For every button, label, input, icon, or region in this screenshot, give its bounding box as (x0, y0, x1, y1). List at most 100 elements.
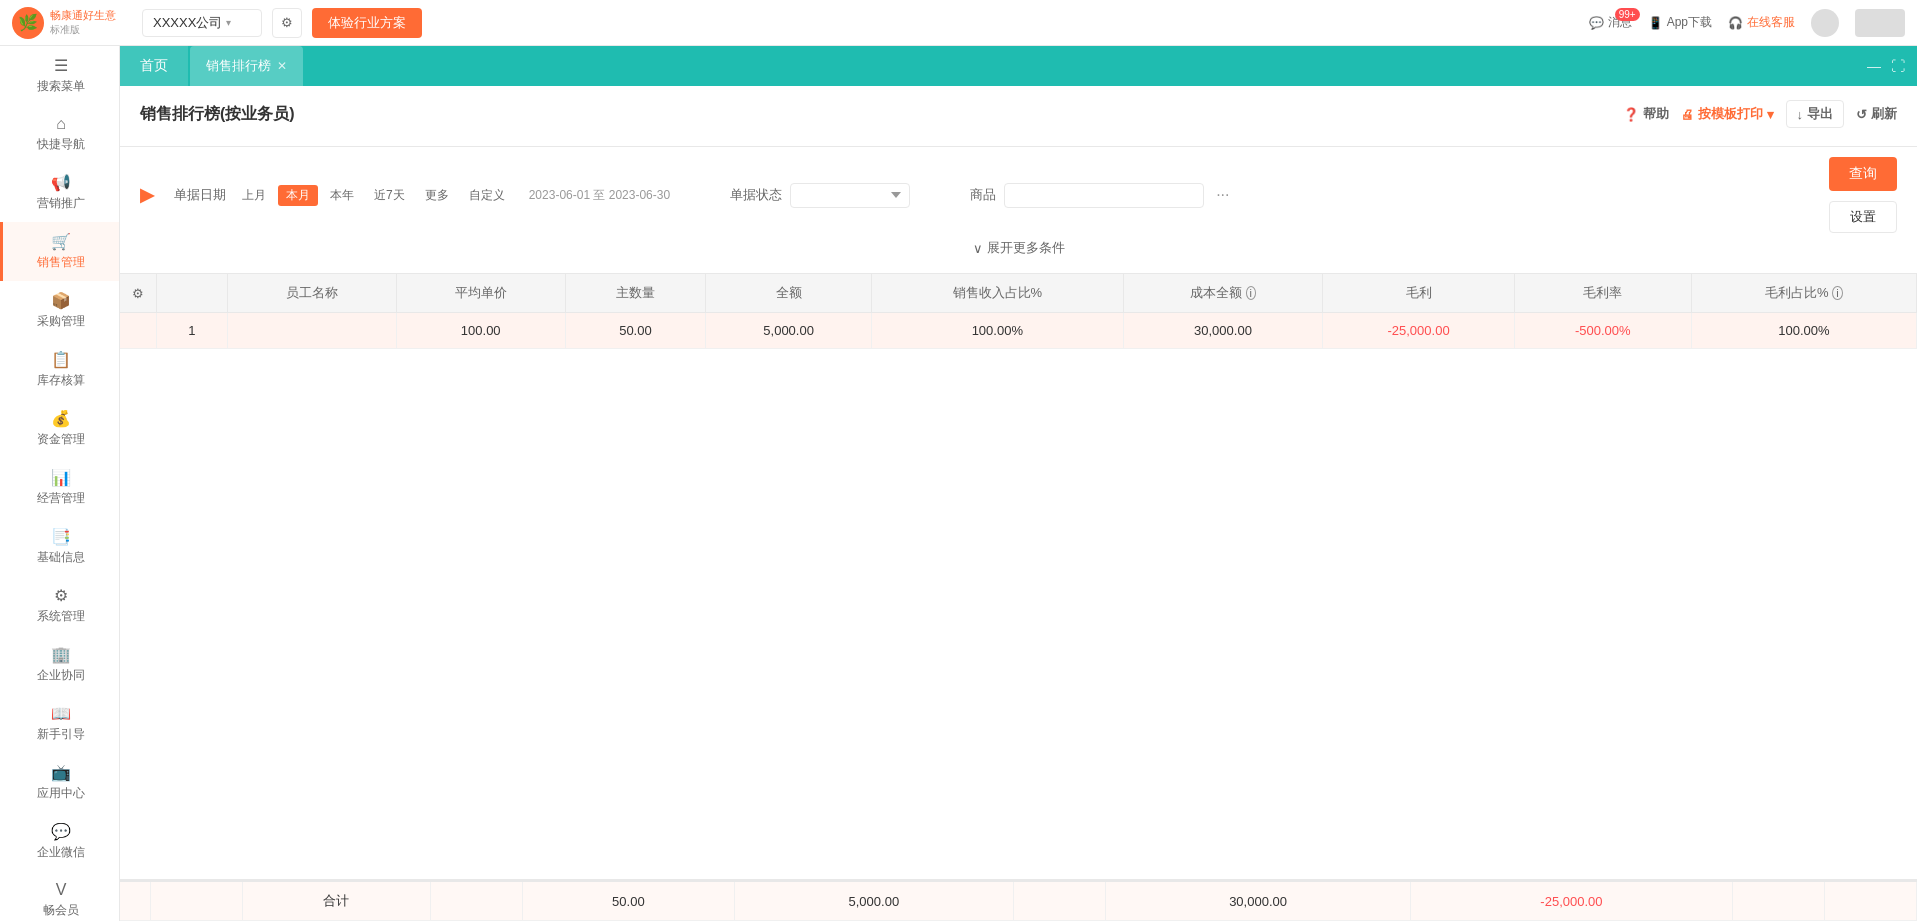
company-dropdown-arrow: ▾ (226, 17, 231, 28)
footer-cost: 30,000.00 (1105, 881, 1410, 921)
tab-active-label: 销售排行榜 (206, 57, 271, 75)
sidebar-item-8[interactable]: 📑 基础信息 (0, 517, 119, 576)
sidebar-item-1[interactable]: ⌂ 快捷导航 (0, 105, 119, 163)
sidebar-icon-9: ⚙ (54, 586, 68, 605)
footer-row: 合计 50.00 5,000.00 30,000.00 -25,000.00 (120, 881, 1917, 921)
query-button[interactable]: 查询 (1829, 157, 1897, 191)
app-root: 🌿 畅康通好生意 标准版 XXXXX公司 ▾ ⚙ 体验行业方案 💬 消息 99+… (0, 0, 1917, 921)
sidebar: ☰ 搜索菜单 ⌂ 快捷导航 📢 营销推广 🛒 销售管理 📦 采购管理 📋 库存核… (0, 46, 120, 921)
footer-empty-2 (150, 881, 242, 921)
grosspct-info-icon[interactable]: i (1832, 286, 1842, 300)
row-name-0 (227, 313, 396, 349)
date-filter-label: 单据日期 (174, 186, 226, 204)
sidebar-item-11[interactable]: 📖 新手引导 (0, 694, 119, 753)
col-amount: 全额 (706, 274, 872, 313)
footer-sales-pct (1013, 881, 1105, 921)
sidebar-label-13: 企业微信 (37, 844, 85, 861)
goods-input[interactable] (1004, 183, 1204, 208)
sidebar-label-4: 采购管理 (37, 313, 85, 330)
footer-gross: -25,000.00 (1411, 881, 1732, 921)
table-wrapper: ⚙ 员工名称 平均单价 主数量 全额 销售收入占比% 成本全额 i 毛利 毛利率 (120, 274, 1917, 879)
user-avatar[interactable] (1811, 9, 1839, 37)
date-tab-prev[interactable]: 上月 (234, 185, 274, 206)
row-sales-pct-0: 100.00% (872, 313, 1123, 349)
sidebar-label-9: 系统管理 (37, 608, 85, 625)
date-tab-current[interactable]: 本月 (278, 185, 318, 206)
col-rank (157, 274, 228, 313)
sidebar-label-0: 搜索菜单 (37, 78, 85, 95)
sidebar-item-3[interactable]: 🛒 销售管理 (0, 222, 119, 281)
tab-sales-ranking[interactable]: 销售排行榜 ✕ (190, 46, 303, 86)
sidebar-icon-5: 📋 (51, 350, 71, 369)
print-button[interactable]: 🖨 按模板打印 ▾ (1681, 105, 1774, 123)
headset-icon: 🎧 (1728, 16, 1743, 30)
status-select[interactable] (790, 183, 910, 208)
sidebar-item-5[interactable]: 📋 库存核算 (0, 340, 119, 399)
goods-filter: 商品 ··· (970, 183, 1233, 208)
sidebar-item-14[interactable]: V 畅会员 (0, 871, 119, 921)
date-tab-7days[interactable]: 近7天 (366, 185, 413, 206)
sidebar-item-7[interactable]: 📊 经营管理 (0, 458, 119, 517)
date-tab-custom[interactable]: 自定义 (461, 185, 513, 206)
expand-label: 展开更多条件 (987, 239, 1065, 257)
table-header-row: ⚙ 员工名称 平均单价 主数量 全额 销售收入占比% 成本全额 i 毛利 毛利率 (120, 274, 1917, 313)
company-selector[interactable]: XXXXX公司 ▾ (142, 9, 262, 37)
sidebar-item-9[interactable]: ⚙ 系统管理 (0, 576, 119, 635)
sidebar-label-1: 快捷导航 (37, 136, 85, 153)
sidebar-item-2[interactable]: 📢 营销推广 (0, 163, 119, 222)
settings-button[interactable]: 设置 (1829, 201, 1897, 233)
tab-minimize-icon[interactable]: — (1867, 58, 1881, 74)
date-tab-more[interactable]: 更多 (417, 185, 457, 206)
col-main-qty: 主数量 (565, 274, 705, 313)
sidebar-label-10: 企业协同 (37, 667, 85, 684)
home-tab-label: 首页 (140, 57, 168, 75)
sidebar-item-12[interactable]: 📺 应用中心 (0, 753, 119, 812)
export-icon: ↓ (1797, 107, 1804, 122)
goods-filter-label: 商品 (970, 186, 996, 204)
footer-gross-rate (1732, 881, 1824, 921)
col-gross-pct: 毛利占比% i (1691, 274, 1916, 313)
filter-expand-icon[interactable]: ▶ (140, 184, 154, 206)
sidebar-item-0[interactable]: ☰ 搜索菜单 (0, 46, 119, 105)
online-service-button[interactable]: 🎧 在线客服 (1728, 14, 1795, 31)
settings-icon-btn[interactable]: ⚙ (272, 8, 302, 38)
row-cost-0: 30,000.00 (1123, 313, 1323, 349)
sidebar-item-10[interactable]: 🏢 企业协同 (0, 635, 119, 694)
sidebar-label-14: 畅会员 (43, 902, 79, 919)
col-cost: 成本全额 i (1123, 274, 1323, 313)
row-settings-0[interactable] (120, 313, 157, 349)
export-button[interactable]: ↓ 导出 (1786, 100, 1845, 128)
row-gross-rate-0: -500.00% (1514, 313, 1691, 349)
trial-button[interactable]: 体验行业方案 (312, 8, 422, 38)
expand-more-filters[interactable]: ∨ 展开更多条件 (140, 233, 1897, 263)
content-area: 首页 销售排行榜 ✕ — ⛶ 销售排行榜(按业务员) (120, 46, 1917, 921)
help-button[interactable]: ❓ 帮助 (1623, 105, 1669, 123)
footer-avg-price (430, 881, 522, 921)
tab-home[interactable]: 首页 (120, 46, 188, 86)
goods-more-icon[interactable]: ··· (1212, 186, 1233, 204)
sidebar-item-13[interactable]: 💬 企业微信 (0, 812, 119, 871)
tab-close-icon[interactable]: ✕ (277, 59, 287, 73)
table-footer-area: 合计 50.00 5,000.00 30,000.00 -25,000.00 (120, 879, 1917, 921)
refresh-button[interactable]: ↺ 刷新 (1856, 105, 1897, 123)
user-name-area[interactable] (1855, 9, 1905, 37)
company-name: XXXXX公司 (153, 14, 222, 32)
sidebar-item-6[interactable]: 💰 资金管理 (0, 399, 119, 458)
footer-table: 合计 50.00 5,000.00 30,000.00 -25,000.00 (120, 880, 1917, 921)
footer-empty-1 (120, 881, 150, 921)
cost-info-icon[interactable]: i (1246, 286, 1256, 300)
sidebar-item-4[interactable]: 📦 采购管理 (0, 281, 119, 340)
date-tab-year[interactable]: 本年 (322, 185, 362, 206)
chevron-down-icon: ∨ (973, 241, 983, 256)
col-settings[interactable]: ⚙ (120, 274, 157, 313)
message-button[interactable]: 💬 消息 99+ (1589, 14, 1632, 31)
row-main-qty-0: 50.00 (565, 313, 705, 349)
query-area: 查询 设置 (1829, 157, 1897, 233)
sidebar-label-11: 新手引导 (37, 726, 85, 743)
status-filter: 单据状态 (730, 183, 910, 208)
col-sales-pct: 销售收入占比% (872, 274, 1123, 313)
app-download-button[interactable]: 📱 App下载 (1648, 14, 1712, 31)
tab-fullscreen-icon[interactable]: ⛶ (1891, 58, 1905, 74)
sidebar-icon-7: 📊 (51, 468, 71, 487)
message-icon: 💬 (1589, 16, 1604, 30)
